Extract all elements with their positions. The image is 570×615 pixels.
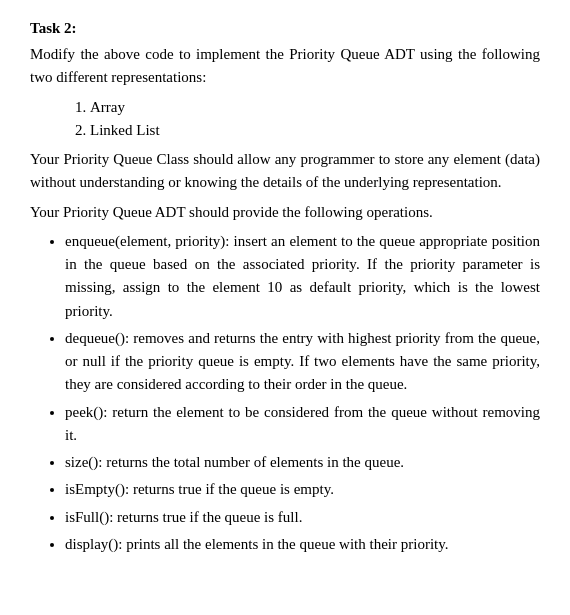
representation-1: Array <box>90 96 540 119</box>
operation-display: display(): prints all the elements in th… <box>65 533 540 556</box>
operation-dequeue: dequeue(): removes and returns the entry… <box>65 327 540 397</box>
operations-list: enqueue(element, priority): insert an el… <box>65 230 540 556</box>
representation-2: Linked List <box>90 119 540 142</box>
representations-list: Array Linked List <box>90 96 540 143</box>
operation-size: size(): returns the total number of elem… <box>65 451 540 474</box>
task-title: Task 2: <box>30 20 540 37</box>
class-description: Your Priority Queue Class should allow a… <box>30 148 540 195</box>
operation-isfull: isFull(): returns true if the queue is f… <box>65 506 540 529</box>
operation-peek: peek(): return the element to be conside… <box>65 401 540 448</box>
intro-paragraph: Modify the above code to implement the P… <box>30 43 540 90</box>
operation-isempty: isEmpty(): returns true if the queue is … <box>65 478 540 501</box>
operation-enqueue: enqueue(element, priority): insert an el… <box>65 230 540 323</box>
adt-description: Your Priority Queue ADT should provide t… <box>30 201 540 224</box>
